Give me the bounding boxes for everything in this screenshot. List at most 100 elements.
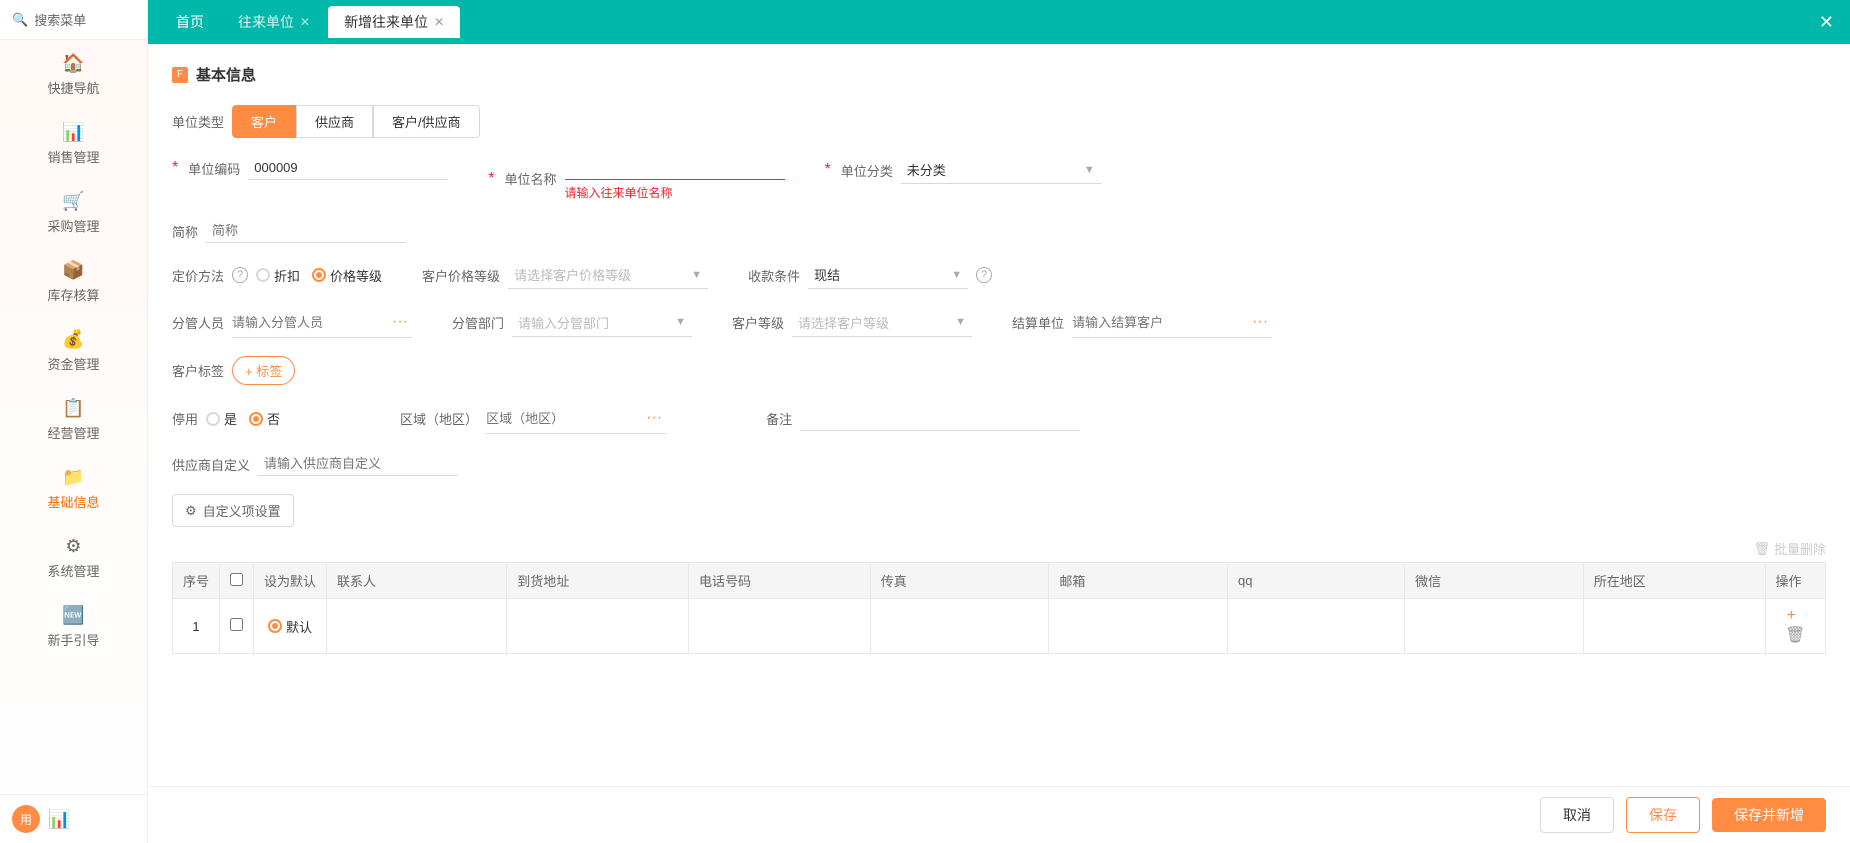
batch-delete-area[interactable]: 🗑 批量删除 [172,539,1826,558]
abbr-input[interactable] [206,219,406,243]
department-select[interactable]: 请输入分管部门 ▼ [512,309,692,337]
add-tag-button[interactable]: + 标签 [232,356,295,385]
sidebar-item-inventory[interactable]: 📦 库存核算 [0,247,147,316]
radio-no[interactable]: 否 [249,409,280,428]
phone-input[interactable] [699,619,860,634]
th-no: 序号 [173,563,220,599]
row-qq[interactable] [1227,599,1404,654]
unit-code-label: 单位编码 [188,159,240,178]
settlement-input[interactable] [1072,315,1248,330]
settlement-more-btn[interactable]: ··· [1248,311,1272,333]
row-phone[interactable] [689,599,871,654]
sidebar-item-purchase[interactable]: 🛒 采购管理 [0,178,147,247]
region-more-btn[interactable]: ··· [642,407,666,429]
finance-icon: 💰 [63,328,85,350]
unit-btn-customer[interactable]: 客户 [232,105,296,138]
qq-input[interactable] [1238,619,1394,634]
disable-label: 停用 [172,409,198,428]
th-checkbox[interactable] [220,563,254,599]
form-row-tags: 客户标签 + 标签 [172,356,1826,385]
unit-name-wrap: 请输入往来单位名称 [565,156,785,201]
tabs-close-all-button[interactable]: ✕ [1815,8,1838,37]
sidebar-item-sales[interactable]: 📊 销售管理 [0,109,147,178]
unit-btn-both[interactable]: 客户/供应商 [373,105,480,138]
tags-group: 客户标签 + 标签 [172,356,295,385]
sidebar-item-quick-nav[interactable]: 🏠 快捷导航 [0,40,147,109]
contact-table: 序号 设为默认 联系人 到货地址 电话号码 传真 邮箱 qq 微信 所在地区 操… [172,562,1826,654]
disable-group: 停用 是 否 [172,409,280,428]
customer-level-select[interactable]: 请选择客户等级 ▼ [792,309,972,337]
wechat-input[interactable] [1415,619,1573,634]
radio-discount[interactable]: 折扣 [256,266,300,285]
tab-partners-close[interactable]: ✕ [300,15,310,29]
form-row-codes: * 单位编码 * 单位名称 请输入往来单位名称 * 单位分类 未分类 ▼ [172,156,1826,201]
form-row-pricing: 定价方法 ? 折扣 价格等级 客户价格等级 [172,261,1826,289]
tab-partners[interactable]: 往来单位 ✕ [222,6,326,38]
select-all-checkbox[interactable] [230,573,243,586]
radio-price-level-dot [316,272,322,278]
sidebar-item-system[interactable]: ⚙ 系统管理 [0,523,147,592]
row-email[interactable] [1049,599,1228,654]
row-add-btn[interactable]: + [1787,607,1796,624]
customer-level-group: 客户等级 请选择客户等级 ▼ [732,309,972,337]
tab-new-partner[interactable]: 新增往来单位 ✕ [328,6,460,38]
customer-price-select[interactable]: 请选择客户价格等级 ▼ [508,261,708,289]
row-address[interactable] [507,599,689,654]
tab-home[interactable]: 首页 [160,6,220,38]
row-select-checkbox[interactable] [230,618,243,631]
th-fax: 传真 [870,563,1049,599]
unit-name-input[interactable] [565,156,785,180]
payment-help-icon[interactable]: ? [976,267,992,283]
sidebar-item-basic-info[interactable]: 📁 基础信息 [0,454,147,523]
row-default-radio[interactable] [268,619,282,633]
manager-more-btn[interactable]: ··· [388,311,412,333]
settings-icon: ⚙ [185,503,197,519]
sidebar-item-operations[interactable]: 📋 经营管理 [0,385,147,454]
customer-price-placeholder: 请选择客户价格等级 [514,265,631,284]
manager-input-wrap: ··· [232,307,412,338]
row-action[interactable]: + 🗑 [1765,599,1825,654]
tab-home-label: 首页 [176,12,204,32]
unit-code-input[interactable] [248,156,448,180]
row-contact[interactable] [327,599,507,654]
tab-new-partner-close[interactable]: ✕ [434,15,444,29]
address-input[interactable] [517,619,678,634]
unit-btn-supplier[interactable]: 供应商 [296,105,373,138]
unit-category-chevron: ▼ [1084,164,1095,176]
contact-input[interactable] [337,619,496,634]
sidebar-search[interactable]: 🔍 搜索菜单 [0,0,147,40]
sidebar-item-guide[interactable]: 🆕 新手引导 [0,592,147,661]
region-label: 区域（地区） [400,409,478,428]
email-input[interactable] [1059,619,1217,634]
th-region: 所在地区 [1583,563,1765,599]
row-checkbox[interactable] [220,599,254,654]
pricing-help-icon[interactable]: ? [232,267,248,283]
row-region-input[interactable] [1594,619,1755,634]
remark-group: 备注 [766,407,1080,431]
radio-discount-label: 折扣 [274,266,300,285]
region-input[interactable] [486,411,642,426]
supplier-custom-input[interactable] [258,452,458,476]
row-wechat[interactable] [1405,599,1584,654]
row-delete-btn[interactable]: 🗑 [1785,627,1805,644]
payment-select[interactable]: 现结 ▼ [808,261,968,289]
fax-input[interactable] [881,619,1039,634]
save-button[interactable]: 保存 [1626,797,1700,833]
row-fax[interactable] [870,599,1049,654]
table-row: 1 默认 [173,599,1826,654]
unit-type-label: 单位类型 [172,112,224,131]
custom-settings-button[interactable]: ⚙ 自定义项设置 [172,494,294,527]
manager-input[interactable] [232,315,388,330]
tab-partners-label: 往来单位 [238,12,294,32]
sidebar-item-finance[interactable]: 💰 资金管理 [0,316,147,385]
row-default[interactable]: 默认 [254,599,327,654]
department-chevron: ▼ [675,316,686,328]
radio-yes[interactable]: 是 [206,409,237,428]
unit-category-select[interactable]: 未分类 ▼ [901,156,1101,184]
abbr-label: 简称 [172,222,198,241]
row-region[interactable] [1583,599,1765,654]
radio-price-level[interactable]: 价格等级 [312,266,382,285]
remark-input[interactable] [800,407,1080,431]
save-new-button[interactable]: 保存并新增 [1712,798,1826,832]
cancel-button[interactable]: 取消 [1540,797,1614,833]
